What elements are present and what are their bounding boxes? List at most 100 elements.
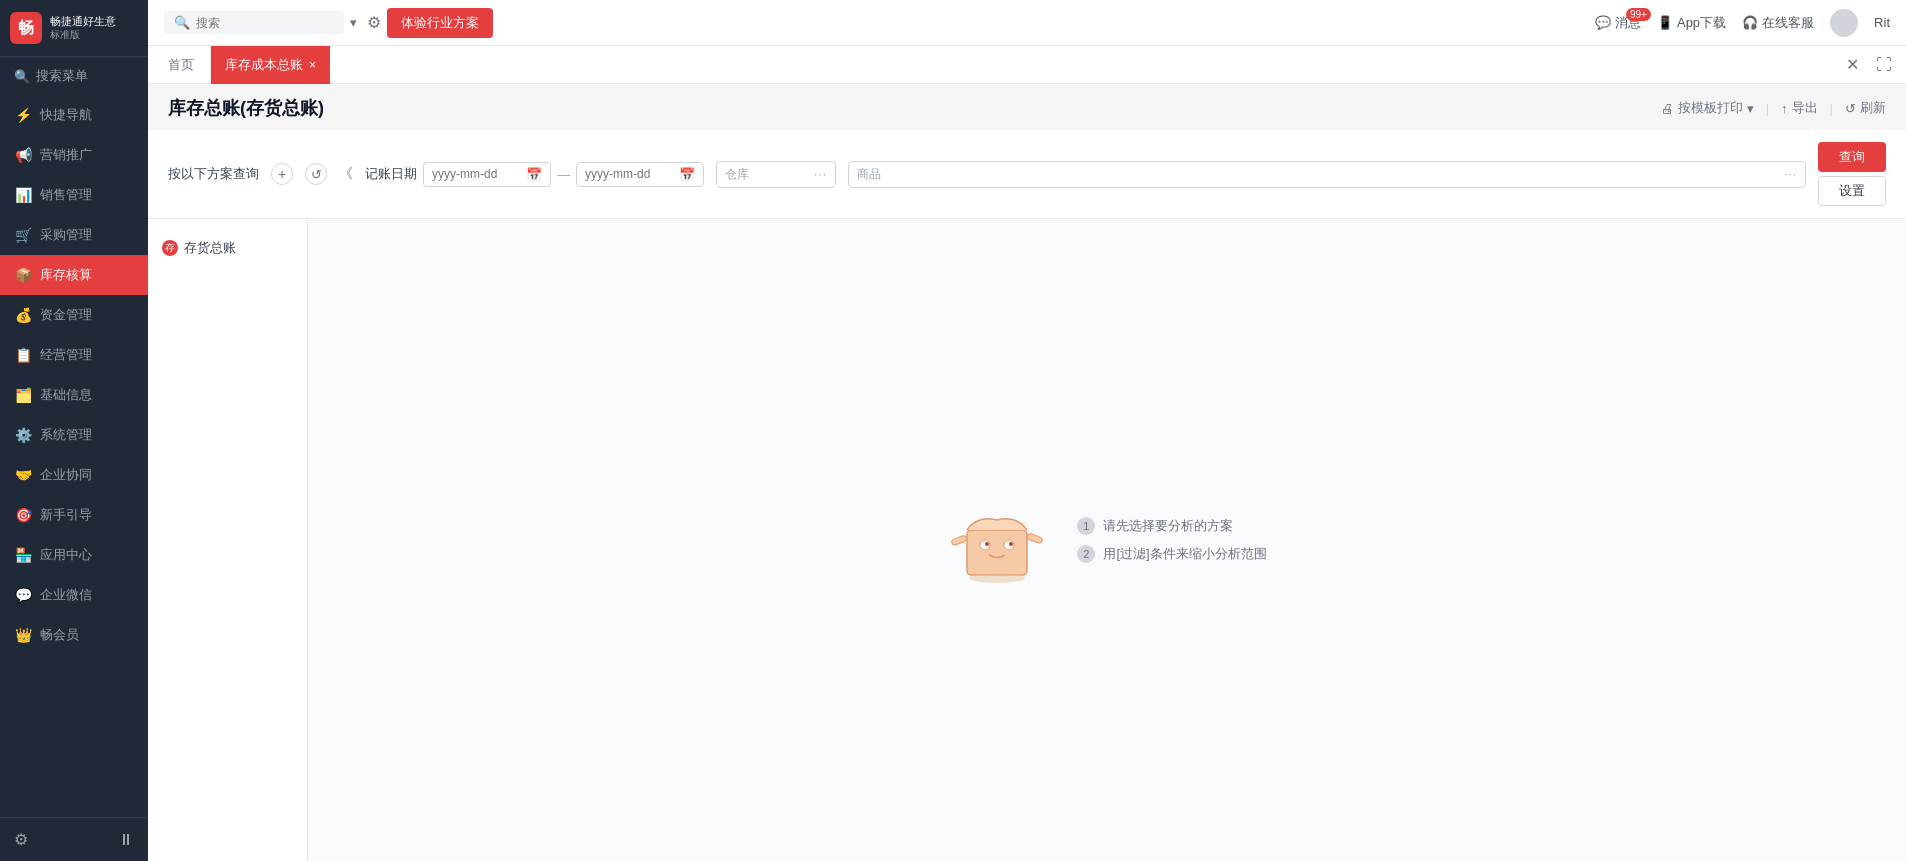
settings-btn[interactable]: 设置	[1818, 176, 1886, 206]
nav-icon-basic: 🗂️	[14, 386, 32, 404]
product-field[interactable]: 商品 ···	[848, 161, 1806, 188]
sidebar-logo: 畅 畅捷通好生意 标准版	[0, 0, 148, 57]
gear-icon[interactable]: ⚙	[367, 13, 381, 32]
empty-tip-2: 2 用[过滤]条件来缩小分析范围	[1077, 545, 1266, 563]
sidebar-item-guide[interactable]: 🎯新手引导	[0, 495, 148, 535]
query-btn[interactable]: 查询	[1818, 142, 1886, 172]
sidebar-item-system[interactable]: ⚙️系统管理	[0, 415, 148, 455]
date-end-input[interactable]: 📅	[576, 162, 704, 187]
search-icon: 🔍	[174, 15, 190, 30]
warehouse-field[interactable]: 仓库 ···	[716, 161, 836, 188]
expand-icon[interactable]: ⛶	[1870, 51, 1898, 79]
nav-label-quick-nav: 快捷导航	[40, 106, 92, 124]
nav-icon-appstore: 🏪	[14, 546, 32, 564]
search-input[interactable]	[196, 16, 316, 30]
tip-num-2: 2	[1077, 545, 1095, 563]
nav-icon-wechat: 💬	[14, 586, 32, 604]
sidebar-nav: ⚡快捷导航 📢 营销推广 📊 销售管理 🛒采购管理 📦 库存核算 💰 资金管理 📋经营管理🗂️基础信…	[0, 95, 148, 817]
settings-icon[interactable]: ⚙	[14, 830, 28, 849]
nav-icon-finance: 💰	[14, 306, 32, 324]
svg-rect-0	[967, 530, 1027, 575]
industry-btn[interactable]: 体验行业方案	[387, 8, 493, 38]
app-download-btn[interactable]: 📱 App下载	[1657, 14, 1726, 32]
sidebar-search[interactable]: 🔍 搜索菜单	[0, 57, 148, 95]
topbar-search-area: 🔍 ▾ ⚙ 体验行业方案	[164, 8, 1587, 38]
nav-icon-system: ⚙️	[14, 426, 32, 444]
phone-icon: 📱	[1657, 15, 1673, 30]
tab-close-icon[interactable]: ×	[309, 58, 316, 72]
date-separator: —	[557, 167, 570, 182]
sidebar-item-basic[interactable]: 🗂️基础信息	[0, 375, 148, 415]
message-icon: 💬	[1595, 15, 1611, 30]
sidebar-item-appstore[interactable]: 🏪 应用中心	[0, 535, 148, 575]
nav-icon-enterprise: 🤝	[14, 466, 32, 484]
nav-label-operations: 经营管理	[40, 346, 92, 364]
nav-label-purchase: 采购管理	[40, 226, 92, 244]
filter-actions: 查询 设置	[1818, 142, 1886, 206]
scheme-sidebar: 存 存货总账	[148, 219, 308, 861]
empty-robot-illustration	[947, 490, 1047, 590]
sidebar-item-member[interactable]: 👑畅会员	[0, 615, 148, 655]
sidebar-item-wechat[interactable]: 💬企业微信	[0, 575, 148, 615]
nav-label-finance: 资金管理	[40, 306, 92, 324]
nav-icon-guide: 🎯	[14, 506, 32, 524]
topbar-search-box[interactable]: 🔍	[164, 11, 344, 34]
tabbar: 首页 库存成本总账 × ✕ ⛶	[148, 46, 1906, 84]
sidebar-item-marketing[interactable]: 📢 营销推广	[0, 135, 148, 175]
tab-home[interactable]: 首页	[152, 46, 211, 84]
date-start[interactable]	[432, 167, 522, 181]
tip-text-1: 请先选择要分析的方案	[1103, 517, 1233, 535]
sidebar-item-operations[interactable]: 📋经营管理	[0, 335, 148, 375]
empty-state: 1 请先选择要分析的方案 2 用[过滤]条件来缩小分析范围	[308, 219, 1906, 861]
scheme-icon: 存	[162, 240, 178, 256]
filter-add-btn[interactable]: +	[271, 163, 293, 185]
refresh-icon: ↺	[1845, 101, 1856, 116]
refresh-btn[interactable]: ↺ 刷新	[1845, 99, 1886, 117]
date-field-label: 记账日期	[365, 165, 417, 183]
content: 库存总账(存货总账) 🖨 按模板打印 ▾ | ↑ 导出 | ↺ 刷新	[148, 84, 1906, 861]
tip-text-2: 用[过滤]条件来缩小分析范围	[1103, 545, 1266, 563]
print-btn[interactable]: 🖨 按模板打印 ▾	[1661, 99, 1754, 117]
nav-icon-inventory: 📦	[14, 266, 32, 284]
page-header: 库存总账(存货总账) 🖨 按模板打印 ▾ | ↑ 导出 | ↺ 刷新	[148, 84, 1906, 130]
sidebar-item-enterprise[interactable]: 🤝企业协同	[0, 455, 148, 495]
date-filter-field: 记账日期 📅 — 📅	[365, 162, 704, 187]
date-start-input[interactable]: 📅	[423, 162, 551, 187]
scheme-item[interactable]: 存 存货总账	[148, 231, 307, 265]
chevron-down-icon: ▾	[1747, 101, 1754, 116]
print-icon: 🖨	[1661, 101, 1674, 116]
sidebar-item-purchase[interactable]: 🛒采购管理	[0, 215, 148, 255]
tab-active[interactable]: 库存成本总账 ×	[211, 46, 330, 84]
online-service-btn[interactable]: 🎧 在线客服	[1742, 14, 1814, 32]
nav-label-appstore: 应用中心	[40, 546, 92, 564]
message-btn[interactable]: 💬 消息 99+	[1595, 14, 1641, 32]
topbar: 🔍 ▾ ⚙ 体验行业方案 💬 消息 99+ 📱 App下载 🎧 在线客服 Rit	[148, 0, 1906, 46]
svg-point-3	[985, 542, 989, 546]
nav-label-inventory: 库存核算	[40, 266, 92, 284]
sidebar-footer: ⚙ ⏸	[0, 817, 148, 861]
sidebar-item-finance[interactable]: 💰 资金管理	[0, 295, 148, 335]
export-btn[interactable]: ↑ 导出	[1781, 99, 1818, 117]
sidebar-search-label: 搜索菜单	[36, 67, 88, 85]
nav-label-sales: 销售管理	[40, 186, 92, 204]
nav-icon-sales: 📊	[14, 186, 32, 204]
filter-label: 按以下方案查询	[168, 165, 259, 183]
close-panel-icon[interactable]: ✕	[1838, 51, 1866, 79]
filter-collapse-icon[interactable]: 《	[339, 165, 353, 183]
filter-bar: 按以下方案查询 + ↺ 《 记账日期 📅 — 📅 仓库 ···	[148, 130, 1906, 219]
warehouse-label: 仓库	[725, 166, 749, 183]
svg-rect-6	[1027, 533, 1043, 544]
sidebar-item-sales[interactable]: 📊 销售管理	[0, 175, 148, 215]
calendar-icon: 📅	[526, 167, 542, 182]
logo-sub: 标准版	[50, 28, 116, 42]
date-end[interactable]	[585, 167, 675, 181]
body-area: 存 存货总账	[148, 219, 1906, 861]
collapse-icon[interactable]: ⏸	[118, 831, 134, 849]
username: Rit	[1874, 15, 1890, 30]
sidebar-item-quick-nav[interactable]: ⚡快捷导航	[0, 95, 148, 135]
nav-label-marketing: 营销推广	[40, 146, 92, 164]
chevron-down-icon[interactable]: ▾	[350, 15, 357, 30]
filter-reset-btn[interactable]: ↺	[305, 163, 327, 185]
nav-icon-marketing: 📢	[14, 146, 32, 164]
sidebar-item-inventory[interactable]: 📦 库存核算	[0, 255, 148, 295]
